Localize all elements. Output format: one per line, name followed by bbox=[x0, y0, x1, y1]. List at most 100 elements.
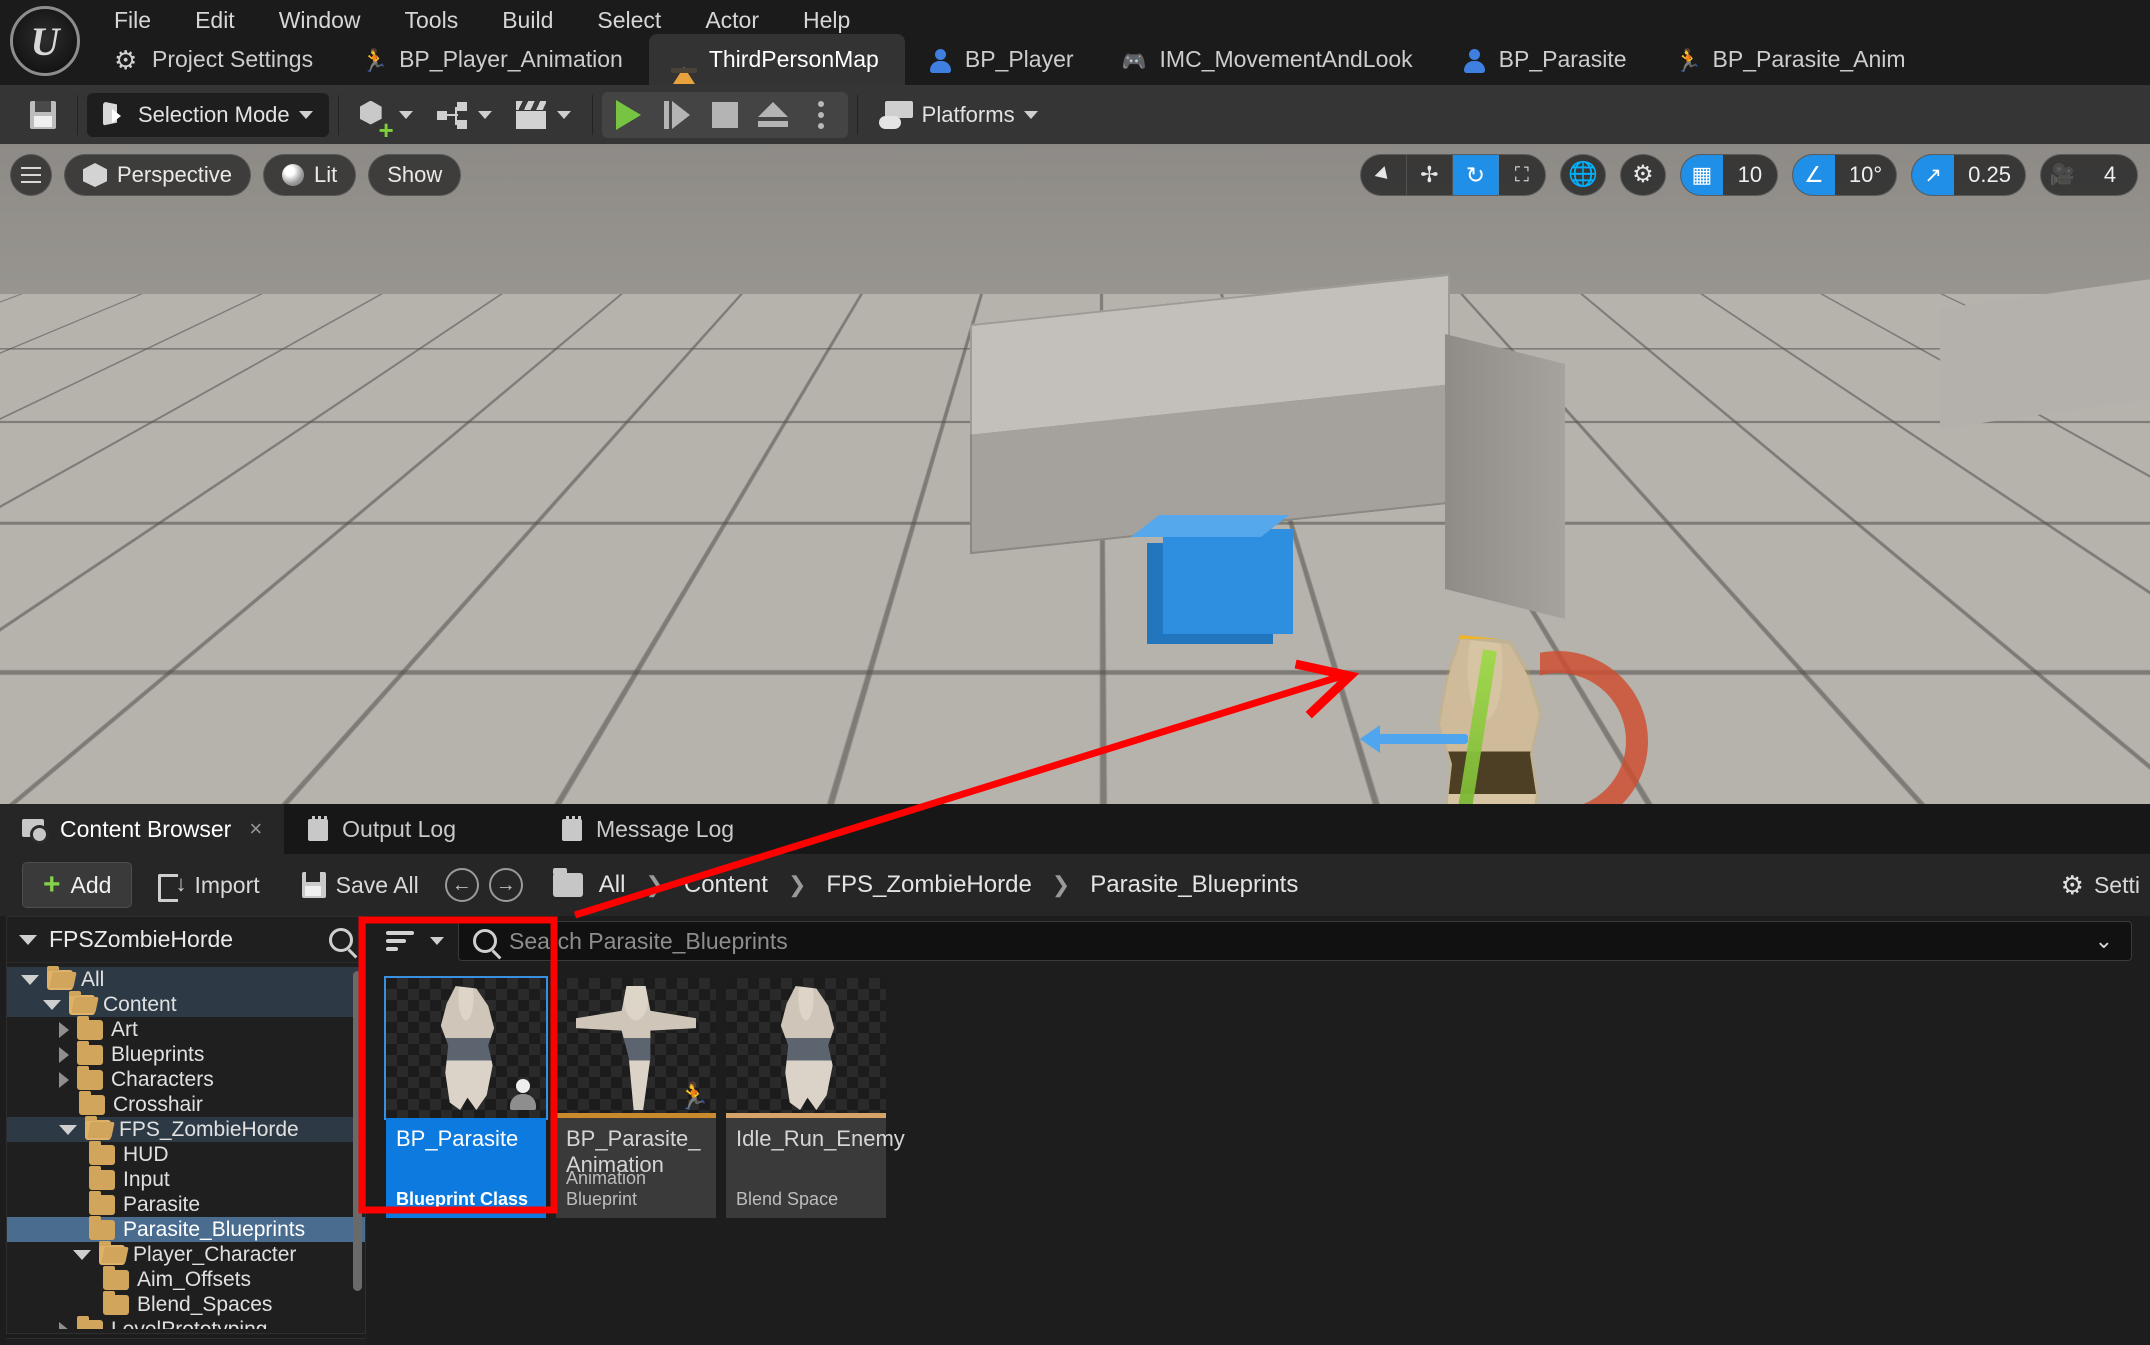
tree-item-player-character[interactable]: Player_Character bbox=[7, 1240, 365, 1267]
chevron-right-icon[interactable] bbox=[59, 1071, 69, 1088]
step-button[interactable] bbox=[654, 94, 700, 136]
coordinate-system-button[interactable]: 🌐 bbox=[1559, 154, 1606, 196]
player-start-actor[interactable] bbox=[460, 428, 568, 496]
rotate-tool-button[interactable]: ↻ bbox=[1452, 155, 1499, 195]
breadcrumb-fps-zombiehorde[interactable]: FPS_ZombieHorde bbox=[820, 871, 1037, 899]
grid-snap-value[interactable]: 10 bbox=[1723, 155, 1777, 195]
viewport-menu-icon[interactable] bbox=[10, 154, 52, 196]
tab-bp-parasite[interactable]: BP_Parasite bbox=[1439, 34, 1653, 85]
tree-item-parasite-blueprints[interactable]: Parasite_Blueprints bbox=[7, 1215, 365, 1242]
breadcrumb-all[interactable]: All bbox=[593, 871, 632, 899]
tree-item-hud[interactable]: HUD bbox=[7, 1140, 365, 1167]
folder-tree-body[interactable]: All Content Art Blueprints Characters Cr… bbox=[7, 963, 365, 1329]
folder-tree-panel: FPSZombieHorde All Content Art Blueprint… bbox=[6, 916, 366, 1334]
close-icon[interactable]: × bbox=[249, 816, 262, 842]
stop-button[interactable] bbox=[702, 94, 748, 136]
cinematics-button[interactable] bbox=[504, 93, 583, 137]
chevron-right-icon[interactable] bbox=[59, 1046, 69, 1063]
tab-bp-parasite-anim[interactable]: BP_Parasite_Anim bbox=[1653, 34, 1932, 85]
surface-snap-button[interactable]: ⚙ bbox=[1619, 154, 1666, 196]
level-viewport[interactable]: x y z Perspective Lit Show ✢ ↻ ⛶ 🌐 ⚙ ▦ 1… bbox=[0, 144, 2150, 804]
select-tool-button[interactable] bbox=[1361, 155, 1407, 195]
eject-button[interactable] bbox=[750, 94, 796, 136]
tab-imc-movementandlook[interactable]: IMC_MovementAndLook bbox=[1100, 34, 1439, 85]
breadcrumb-separator: ❯ bbox=[787, 872, 807, 897]
tree-item-blueprints[interactable]: Blueprints bbox=[7, 1040, 365, 1067]
chevron-down-icon[interactable] bbox=[19, 934, 37, 945]
scale-snap-toggle[interactable]: ↗ bbox=[1912, 155, 1955, 195]
breadcrumb-content[interactable]: Content bbox=[678, 871, 774, 899]
step-icon bbox=[663, 100, 690, 129]
chevron-down-icon[interactable]: ⌄ bbox=[2095, 928, 2113, 954]
search-input[interactable]: Search Parasite_Blueprints ⌄ bbox=[458, 921, 2132, 961]
tab-bp-player-animation[interactable]: BP_Player_Animation bbox=[339, 34, 649, 85]
tree-item-art[interactable]: Art bbox=[7, 1015, 365, 1042]
chevron-down-icon[interactable] bbox=[59, 1124, 77, 1135]
viewport-perspective-dropdown[interactable]: Perspective bbox=[64, 154, 251, 196]
add-actor-button[interactable] bbox=[348, 93, 425, 140]
platforms-dropdown[interactable]: Platforms bbox=[867, 93, 1050, 137]
divider bbox=[337, 94, 339, 135]
filter-icon[interactable] bbox=[386, 929, 416, 953]
blueprints-button[interactable] bbox=[425, 93, 504, 137]
chevron-down-icon[interactable] bbox=[21, 974, 39, 985]
nav-forward-icon[interactable]: → bbox=[488, 868, 523, 902]
tree-item-parasite[interactable]: Parasite bbox=[7, 1190, 365, 1217]
save-button[interactable] bbox=[18, 93, 68, 137]
asset-tile-bp-parasite[interactable]: BP_Parasite Blueprint Class bbox=[384, 976, 548, 1218]
add-button[interactable]: + Add bbox=[22, 862, 133, 908]
chevron-right-icon[interactable] bbox=[59, 1321, 69, 1329]
chevron-down-icon bbox=[298, 110, 313, 119]
tree-item-characters[interactable]: Characters bbox=[7, 1065, 365, 1092]
translate-gizmo-axis[interactable] bbox=[1360, 725, 1468, 753]
chevron-down-icon[interactable] bbox=[430, 937, 444, 945]
chevron-down-icon bbox=[477, 110, 492, 119]
viewport-show-dropdown[interactable]: Show bbox=[368, 154, 462, 196]
translate-tool-button[interactable]: ✢ bbox=[1407, 155, 1453, 195]
save-all-button[interactable]: Save All bbox=[286, 862, 435, 908]
tree-item-all[interactable]: All bbox=[7, 965, 365, 992]
content-browser-settings-button[interactable]: ⚙ Setti bbox=[2061, 854, 2140, 916]
tree-scrollbar[interactable] bbox=[353, 971, 362, 1291]
tab-project-settings[interactable]: Project Settings bbox=[92, 34, 339, 85]
asset-tile-idle-run-enemy[interactable]: Idle_Run_Enemy Blend Space bbox=[726, 978, 905, 1218]
import-button[interactable]: Import bbox=[142, 862, 275, 908]
tree-item-crosshair[interactable]: Crosshair bbox=[7, 1090, 365, 1117]
camera-speed-value[interactable]: 4 bbox=[2083, 155, 2137, 195]
selected-actor-bp-parasite[interactable] bbox=[1360, 635, 1648, 804]
tree-item-content[interactable]: Content bbox=[7, 990, 365, 1017]
angle-snap-toggle[interactable]: ∠ bbox=[1792, 155, 1835, 195]
tab-message-log[interactable]: Message Log bbox=[538, 804, 756, 854]
main-toolbar: Selection Mode Platfor bbox=[0, 85, 2150, 144]
play-more-button[interactable] bbox=[798, 94, 844, 136]
tree-item-input[interactable]: Input bbox=[7, 1165, 365, 1192]
selection-mode-dropdown[interactable]: Selection Mode bbox=[87, 92, 329, 137]
chevron-down-icon[interactable] bbox=[43, 999, 61, 1010]
tree-item-levelprototyping[interactable]: LevelPrototyping bbox=[7, 1315, 365, 1329]
camera-speed-toggle[interactable]: 🎥 bbox=[2041, 155, 2083, 195]
asset-name: Idle_Run_Enemy bbox=[736, 1126, 905, 1151]
angle-snap-value[interactable]: 10° bbox=[1835, 155, 1896, 195]
tab-bp-player[interactable]: BP_Player bbox=[905, 34, 1100, 85]
tab-output-log[interactable]: Output Log bbox=[284, 804, 478, 854]
collections-panel[interactable] bbox=[6, 1338, 366, 1345]
tree-item-fps-zombiehorde[interactable]: FPS_ZombieHorde bbox=[7, 1115, 365, 1142]
nav-back-icon[interactable]: ← bbox=[444, 868, 479, 902]
tab-content-browser[interactable]: Content Browser × bbox=[0, 804, 285, 854]
tree-item-blend-spaces[interactable]: Blend_Spaces bbox=[7, 1290, 365, 1317]
folder-open-icon bbox=[69, 990, 95, 1015]
grid-snap-toggle[interactable]: ▦ bbox=[1680, 155, 1723, 195]
tree-item-label: Input bbox=[123, 1167, 170, 1191]
scale-tool-button[interactable]: ⛶ bbox=[1499, 155, 1545, 195]
chevron-right-icon[interactable] bbox=[59, 1021, 69, 1038]
unreal-engine-logo-icon[interactable]: U bbox=[10, 6, 80, 76]
tab-thirdpersonmap[interactable]: ThirdPersonMap bbox=[648, 34, 905, 85]
play-button[interactable] bbox=[606, 94, 652, 136]
tree-item-aim-offsets[interactable]: Aim_Offsets bbox=[7, 1265, 365, 1292]
viewport-viewmode-dropdown[interactable]: Lit bbox=[262, 154, 357, 196]
scale-snap-value[interactable]: 0.25 bbox=[1954, 155, 2025, 195]
chevron-down-icon[interactable] bbox=[73, 1249, 91, 1260]
search-icon[interactable] bbox=[329, 927, 353, 952]
asset-tile-bp-parasite-animation[interactable]: BP_Parasite_ Animation Animation Bluepri… bbox=[556, 978, 716, 1218]
breadcrumb-parasite-blueprints[interactable]: Parasite_Blueprints bbox=[1084, 871, 1304, 899]
